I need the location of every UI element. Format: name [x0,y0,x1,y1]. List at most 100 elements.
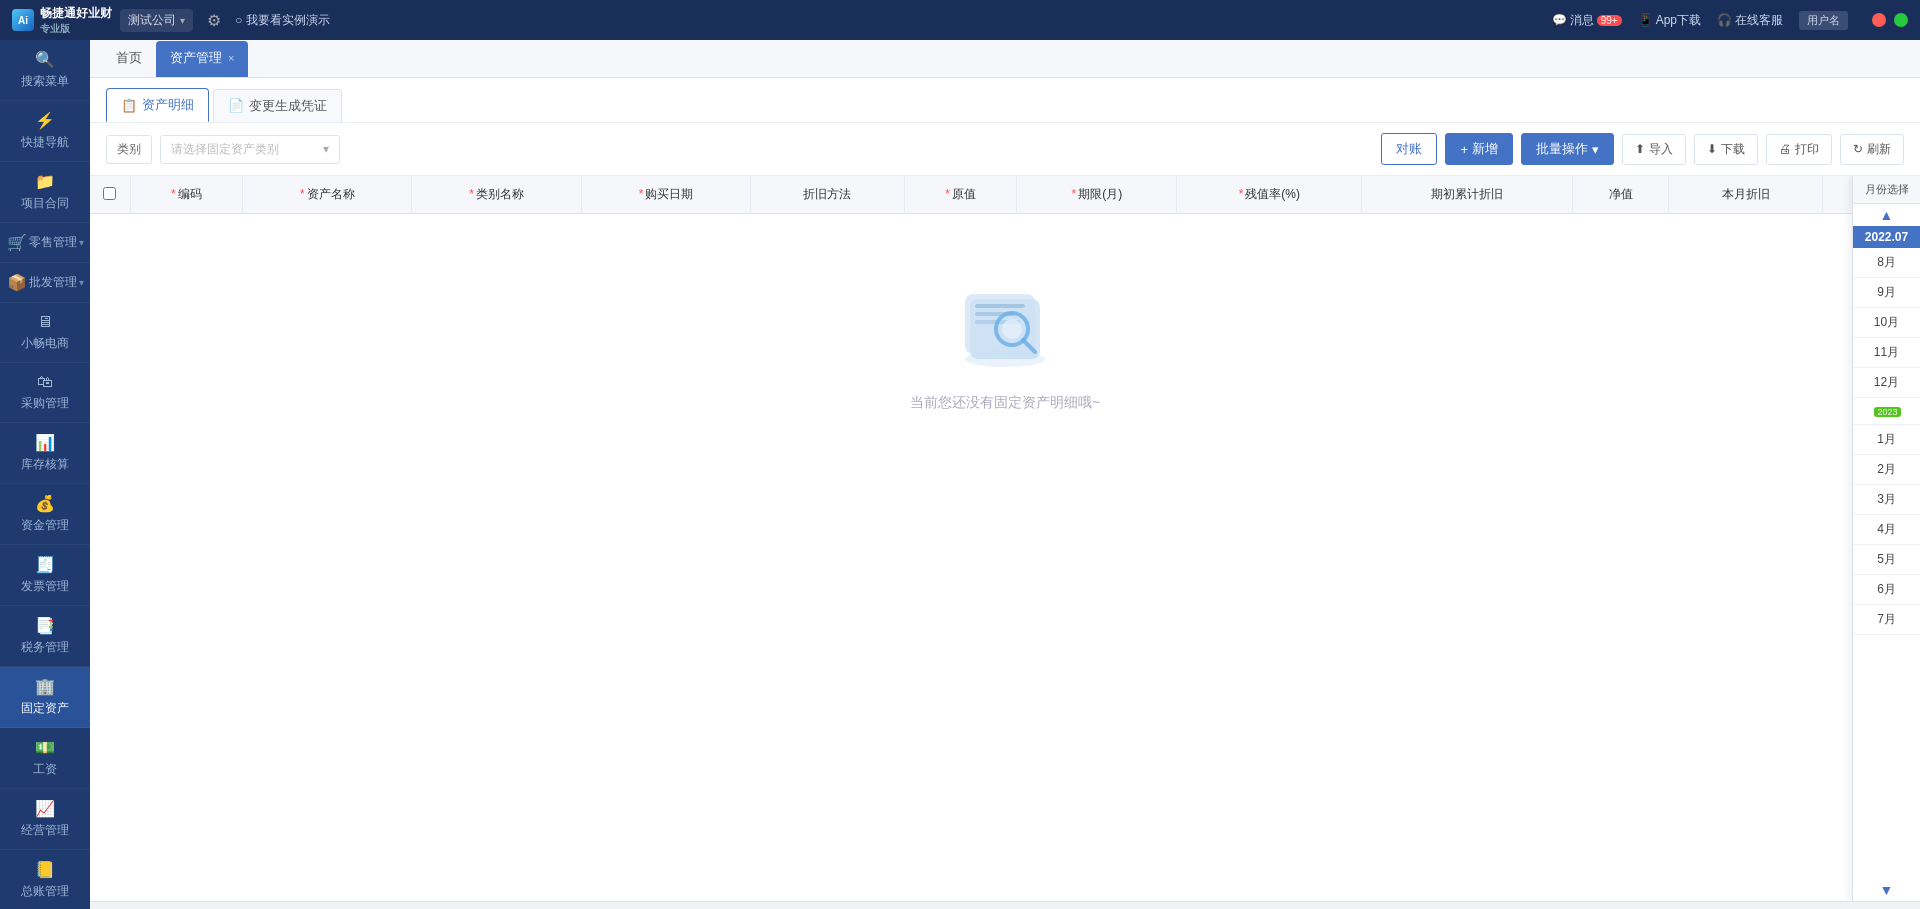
sidebar-item-fixed-assets[interactable]: 🏢 固定资产 [0,667,90,728]
refresh-button[interactable]: ↻ 刷新 [1840,134,1904,165]
window-controls [1872,13,1908,27]
sidebar-item-wholesale[interactable]: 📦 批发管理 ▾ [0,263,90,303]
inventory-icon: 📊 [35,433,55,452]
category-label-text: 类别 [117,141,141,158]
select-chevron-icon: ▾ [323,142,329,156]
tab-close-icon[interactable]: × [228,52,234,64]
sidebar-item-label: 批发管理 [29,274,77,291]
company-selector[interactable]: 测试公司 ▾ [120,9,193,32]
sub-tab-bar: 📋 资产明细 📄 变更生成凭证 [90,78,1920,123]
category-select[interactable]: 请选择固定资产类别 ▾ [160,135,340,164]
tab-home[interactable]: 首页 [102,41,156,77]
select-all-checkbox[interactable] [103,187,116,200]
month-item-11[interactable]: 11月 [1853,338,1920,368]
online-service-button[interactable]: 🎧 在线客服 [1717,12,1783,29]
sidebar-item-label: 发票管理 [21,578,69,595]
top-bar-center: 测试公司 ▾ ⚙ ○ 我要看实例演示 [120,9,1544,32]
change-voucher-icon: 📄 [228,98,244,113]
print-label: 打印 [1795,141,1819,158]
window-close-button[interactable] [1872,13,1886,27]
table-header-row: *编码 *资产名称 *类别名称 *购买日期 折旧方法 *原值 *期限(月) *残… [90,176,1920,214]
sub-tab-asset-detail[interactable]: 📋 资产明细 [106,88,209,122]
chevron-down-icon: ▾ [180,15,185,26]
sidebar-item-operations[interactable]: 📈 经营管理 [0,789,90,850]
chevron-down-icon: ▾ [79,277,84,288]
refresh-label: 刷新 [1867,141,1891,158]
sidebar-item-invoice[interactable]: 🧾 发票管理 [0,545,90,606]
app-label: App下载 [1656,12,1701,29]
chevron-down-icon: ▾ [79,237,84,248]
category-filter-label[interactable]: 类别 [106,135,152,164]
content-area: 首页 资产管理 × 📋 资产明细 📄 变更生成凭证 类别 请选择 [90,40,1920,909]
month-item-4[interactable]: 4月 [1853,515,1920,545]
sub-tab-change-voucher-label: 变更生成凭证 [249,97,327,115]
quick-nav-icon: ⚡ [35,111,55,130]
fund-icon: 💰 [35,494,55,513]
sidebar-item-label: 零售管理 [29,234,77,251]
import-button[interactable]: ⬆ 导入 [1622,134,1686,165]
th-net-value: 净值 [1572,176,1669,214]
month-item-2023-badge: 2023 [1853,398,1920,425]
sidebar-item-label: 工资 [33,761,57,778]
sidebar-item-fund[interactable]: 💰 资金管理 [0,484,90,545]
window-maximize-button[interactable] [1894,13,1908,27]
month-item-9[interactable]: 9月 [1853,278,1920,308]
month-nav-up[interactable]: ▲ [1853,204,1920,226]
retail-icon: 🛒 [7,233,27,252]
month-item-6[interactable]: 6月 [1853,575,1920,605]
app-icon: 📱 [1638,13,1653,27]
add-label: 新增 [1472,140,1498,158]
svg-rect-3 [975,304,1025,308]
add-button[interactable]: + 新增 [1445,133,1513,165]
settings-icon[interactable]: ⚙ [201,9,227,32]
svg-point-7 [1002,319,1022,339]
demo-label: 我要看实例演示 [246,12,330,29]
month-item-8[interactable]: 8月 [1853,248,1920,278]
month-item-12[interactable]: 12月 [1853,368,1920,398]
month-item-7[interactable]: 7月 [1853,605,1920,635]
user-info[interactable]: 用户名 [1799,11,1848,30]
month-item-3[interactable]: 3月 [1853,485,1920,515]
month-nav-down[interactable]: ▼ [1853,879,1920,901]
tax-icon: 📑 [35,616,55,635]
sidebar-item-salary[interactable]: 💵 工资 [0,728,90,789]
import-icon: ⬆ [1635,142,1645,156]
sidebar-item-retail[interactable]: 🛒 零售管理 ▾ [0,223,90,263]
sidebar-item-tax[interactable]: 📑 税务管理 [0,606,90,667]
month-panel-year-2022: 2022.07 [1853,226,1920,248]
app-download-button[interactable]: 📱 App下载 [1638,12,1701,29]
download-button[interactable]: ⬇ 下载 [1694,134,1758,165]
brand: Ai 畅捷通好业财 专业版 [12,5,112,36]
asset-detail-icon: 📋 [121,98,137,113]
demo-icon: ○ [235,13,242,27]
toolbar-right: 对账 + 新增 批量操作 ▾ ⬆ 导入 ⬇ 下载 🖨 [1381,133,1904,165]
th-category: *类别名称 [412,176,581,214]
month-item-2[interactable]: 2月 [1853,455,1920,485]
sidebar-item-quick-nav[interactable]: ⚡ 快捷导航 [0,101,90,162]
sidebar-item-ecommerce[interactable]: 🖥 小畅电商 [0,303,90,363]
bottom-scrollbar[interactable] [90,901,1920,909]
month-item-5[interactable]: 5月 [1853,545,1920,575]
sub-tab-asset-detail-label: 资产明细 [142,96,194,114]
reconcile-button[interactable]: 对账 [1381,133,1437,165]
print-button[interactable]: 🖨 打印 [1766,134,1832,165]
month-item-1[interactable]: 1月 [1853,425,1920,455]
tab-asset-management[interactable]: 资产管理 × [156,41,248,77]
messages-button[interactable]: 💬 消息 99+ [1552,12,1622,29]
top-bar-right: 💬 消息 99+ 📱 App下载 🎧 在线客服 用户名 [1552,11,1908,30]
demo-link[interactable]: ○ 我要看实例演示 [235,12,330,29]
sub-tab-change-voucher[interactable]: 📄 变更生成凭证 [213,89,342,122]
th-monthly-dep: 本月折旧 [1669,176,1823,214]
service-icon: 🎧 [1717,13,1732,27]
brand-icon: Ai [12,9,34,31]
top-bar: Ai 畅捷通好业财 专业版 测试公司 ▾ ⚙ ○ 我要看实例演示 💬 消息 99… [0,0,1920,40]
batch-button[interactable]: 批量操作 ▾ [1521,133,1614,165]
sidebar-item-inventory[interactable]: 📊 库存核算 [0,423,90,484]
sidebar-item-general-ledger[interactable]: 📒 总账管理 [0,850,90,909]
th-accumulated: 期初累计折旧 [1362,176,1572,214]
sidebar-item-project[interactable]: 📁 项目合同 [0,162,90,223]
project-icon: 📁 [35,172,55,191]
sidebar-item-search[interactable]: 🔍 搜索菜单 [0,40,90,101]
month-item-10[interactable]: 10月 [1853,308,1920,338]
sidebar-item-purchase[interactable]: 🛍 采购管理 [0,363,90,423]
